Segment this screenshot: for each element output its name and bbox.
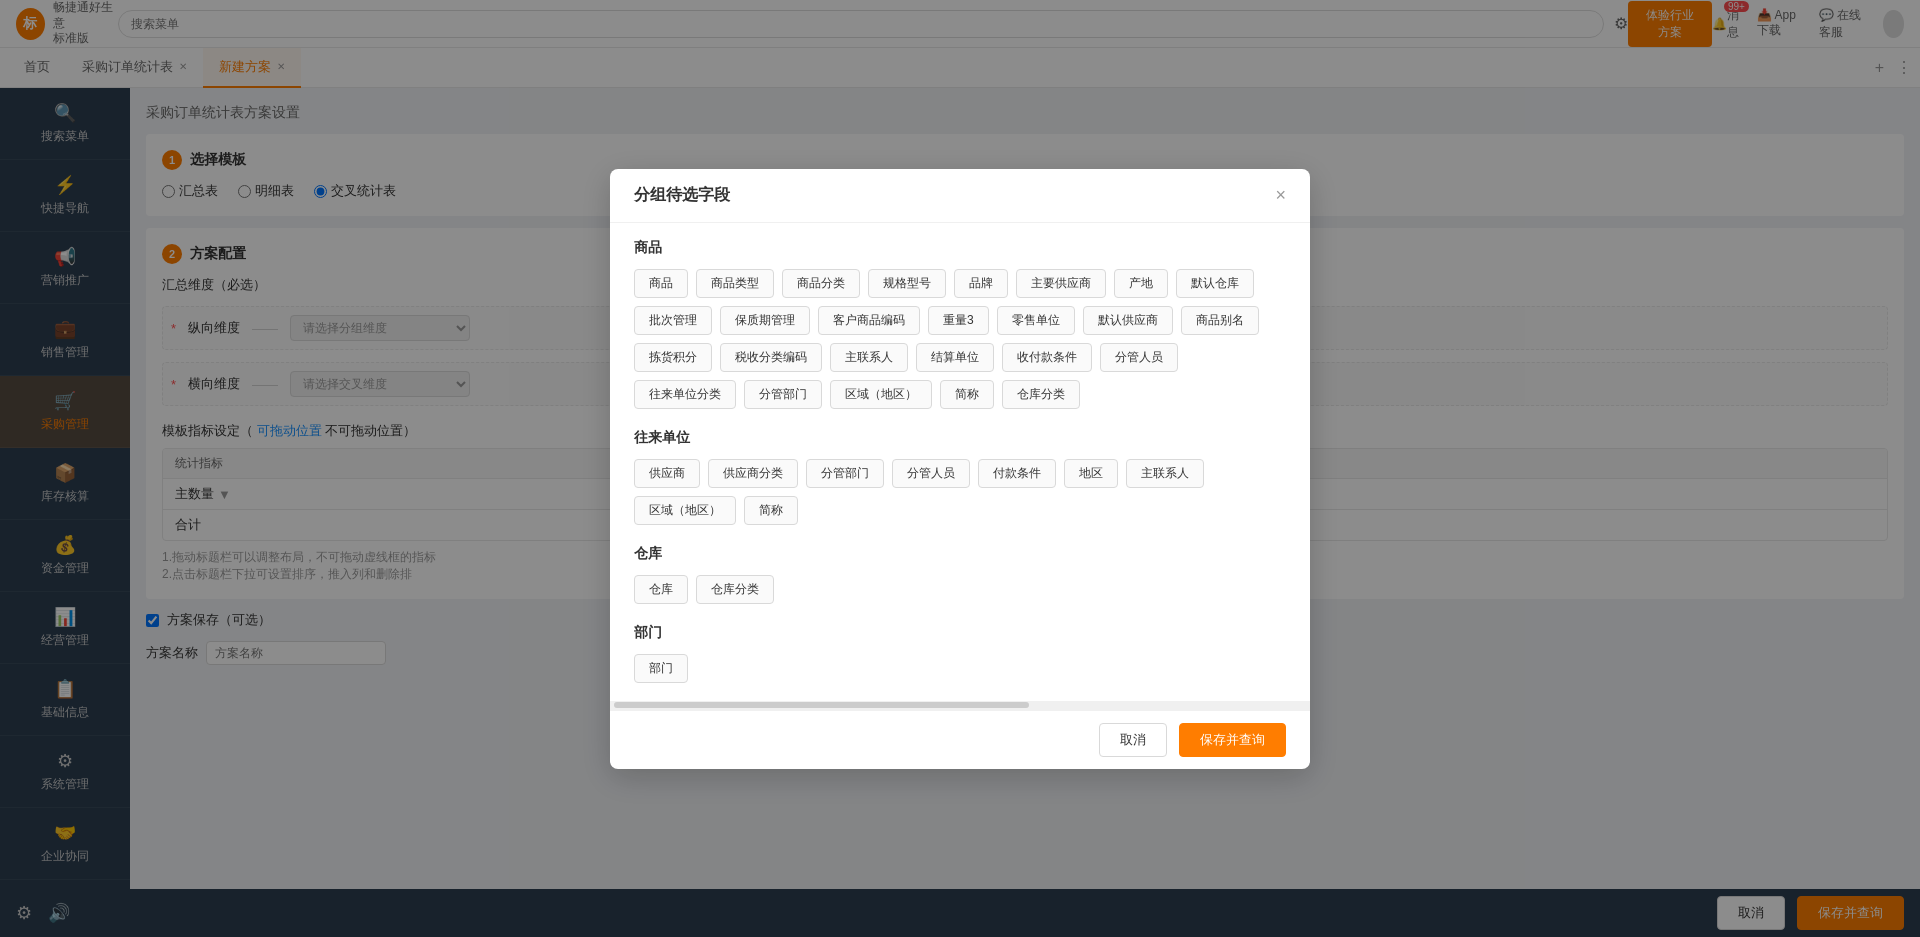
field-group-warehouse-title: 仓库 bbox=[634, 545, 1286, 563]
tag-dept[interactable]: 分管部门 bbox=[806, 459, 884, 488]
field-group-product: 商品 商品 商品类型 商品分类 规格型号 品牌 主要供应商 产地 默认仓库 批次… bbox=[634, 239, 1286, 409]
modal-close-button[interactable]: × bbox=[1275, 186, 1286, 204]
tag-warehouse-cat2[interactable]: 仓库分类 bbox=[696, 575, 774, 604]
product-tags: 商品 商品类型 商品分类 规格型号 品牌 主要供应商 产地 默认仓库 批次管理 … bbox=[634, 269, 1286, 409]
tag-region2[interactable]: 地区 bbox=[1064, 459, 1118, 488]
tag-region[interactable]: 区域（地区） bbox=[830, 380, 932, 409]
tag-default-warehouse[interactable]: 默认仓库 bbox=[1176, 269, 1254, 298]
tag-tax-code[interactable]: 税收分类编码 bbox=[720, 343, 822, 372]
tag-customer-code[interactable]: 客户商品编码 bbox=[818, 306, 920, 335]
tag-brand[interactable]: 品牌 bbox=[954, 269, 1008, 298]
field-group-warehouse: 仓库 仓库 仓库分类 bbox=[634, 545, 1286, 604]
tag-default-supplier[interactable]: 默认供应商 bbox=[1083, 306, 1173, 335]
tag-pickup-points[interactable]: 拣货积分 bbox=[634, 343, 712, 372]
tag-main-contact[interactable]: 主联系人 bbox=[830, 343, 908, 372]
confirm-button[interactable]: 保存并查询 bbox=[1179, 723, 1286, 757]
tag-product[interactable]: 商品 bbox=[634, 269, 688, 298]
partner-tags: 供应商 供应商分类 分管部门 分管人员 付款条件 地区 主联系人 区域（地区） … bbox=[634, 459, 1286, 525]
tag-short-name[interactable]: 简称 bbox=[940, 380, 994, 409]
tag-main-contact2[interactable]: 主联系人 bbox=[1126, 459, 1204, 488]
modal-footer: 取消 保存并查询 bbox=[610, 710, 1310, 769]
field-group-dept-title: 部门 bbox=[634, 624, 1286, 642]
tag-manager[interactable]: 分管人员 bbox=[1100, 343, 1178, 372]
tag-origin[interactable]: 产地 bbox=[1114, 269, 1168, 298]
field-group-product-title: 商品 bbox=[634, 239, 1286, 257]
modal-title: 分组待选字段 bbox=[634, 185, 730, 206]
warehouse-tags: 仓库 仓库分类 bbox=[634, 575, 1286, 604]
field-select-modal: 分组待选字段 × 商品 商品 商品类型 商品分类 规格型号 品牌 主要供应商 产… bbox=[610, 169, 1310, 769]
tag-pay-condition[interactable]: 付款条件 bbox=[978, 459, 1056, 488]
tag-dept-field[interactable]: 部门 bbox=[634, 654, 688, 683]
tag-supplier-cat[interactable]: 供应商分类 bbox=[708, 459, 798, 488]
tag-payment-terms[interactable]: 收付款条件 bbox=[1002, 343, 1092, 372]
tag-managed-person[interactable]: 分管人员 bbox=[892, 459, 970, 488]
modal-header: 分组待选字段 × bbox=[610, 169, 1310, 223]
tag-quality-mgmt[interactable]: 保质期管理 bbox=[720, 306, 810, 335]
field-group-partner-title: 往来单位 bbox=[634, 429, 1286, 447]
tag-from-unit-cat[interactable]: 往来单位分类 bbox=[634, 380, 736, 409]
dept-tags: 部门 bbox=[634, 654, 1286, 683]
tag-settlement-unit[interactable]: 结算单位 bbox=[916, 343, 994, 372]
tag-supplier[interactable]: 供应商 bbox=[634, 459, 700, 488]
modal-hscroll bbox=[610, 701, 1310, 710]
tag-batch-mgmt[interactable]: 批次管理 bbox=[634, 306, 712, 335]
modal-body: 商品 商品 商品类型 商品分类 规格型号 品牌 主要供应商 产地 默认仓库 批次… bbox=[610, 223, 1310, 701]
tag-region-area[interactable]: 区域（地区） bbox=[634, 496, 736, 525]
tag-warehouse-cat[interactable]: 仓库分类 bbox=[1002, 380, 1080, 409]
tag-weight3[interactable]: 重量3 bbox=[928, 306, 989, 335]
tag-main-supplier[interactable]: 主要供应商 bbox=[1016, 269, 1106, 298]
tag-managed-dept[interactable]: 分管部门 bbox=[744, 380, 822, 409]
tag-abbr[interactable]: 简称 bbox=[744, 496, 798, 525]
tag-spec-type[interactable]: 规格型号 bbox=[868, 269, 946, 298]
cancel-button[interactable]: 取消 bbox=[1099, 723, 1167, 757]
tag-product-alias[interactable]: 商品别名 bbox=[1181, 306, 1259, 335]
field-group-partner: 往来单位 供应商 供应商分类 分管部门 分管人员 付款条件 地区 主联系人 区域… bbox=[634, 429, 1286, 525]
tag-warehouse[interactable]: 仓库 bbox=[634, 575, 688, 604]
hscroll-thumb[interactable] bbox=[614, 702, 1029, 708]
tag-retail-unit[interactable]: 零售单位 bbox=[997, 306, 1075, 335]
field-group-department: 部门 部门 bbox=[634, 624, 1286, 683]
tag-product-category[interactable]: 商品分类 bbox=[782, 269, 860, 298]
tag-product-type[interactable]: 商品类型 bbox=[696, 269, 774, 298]
